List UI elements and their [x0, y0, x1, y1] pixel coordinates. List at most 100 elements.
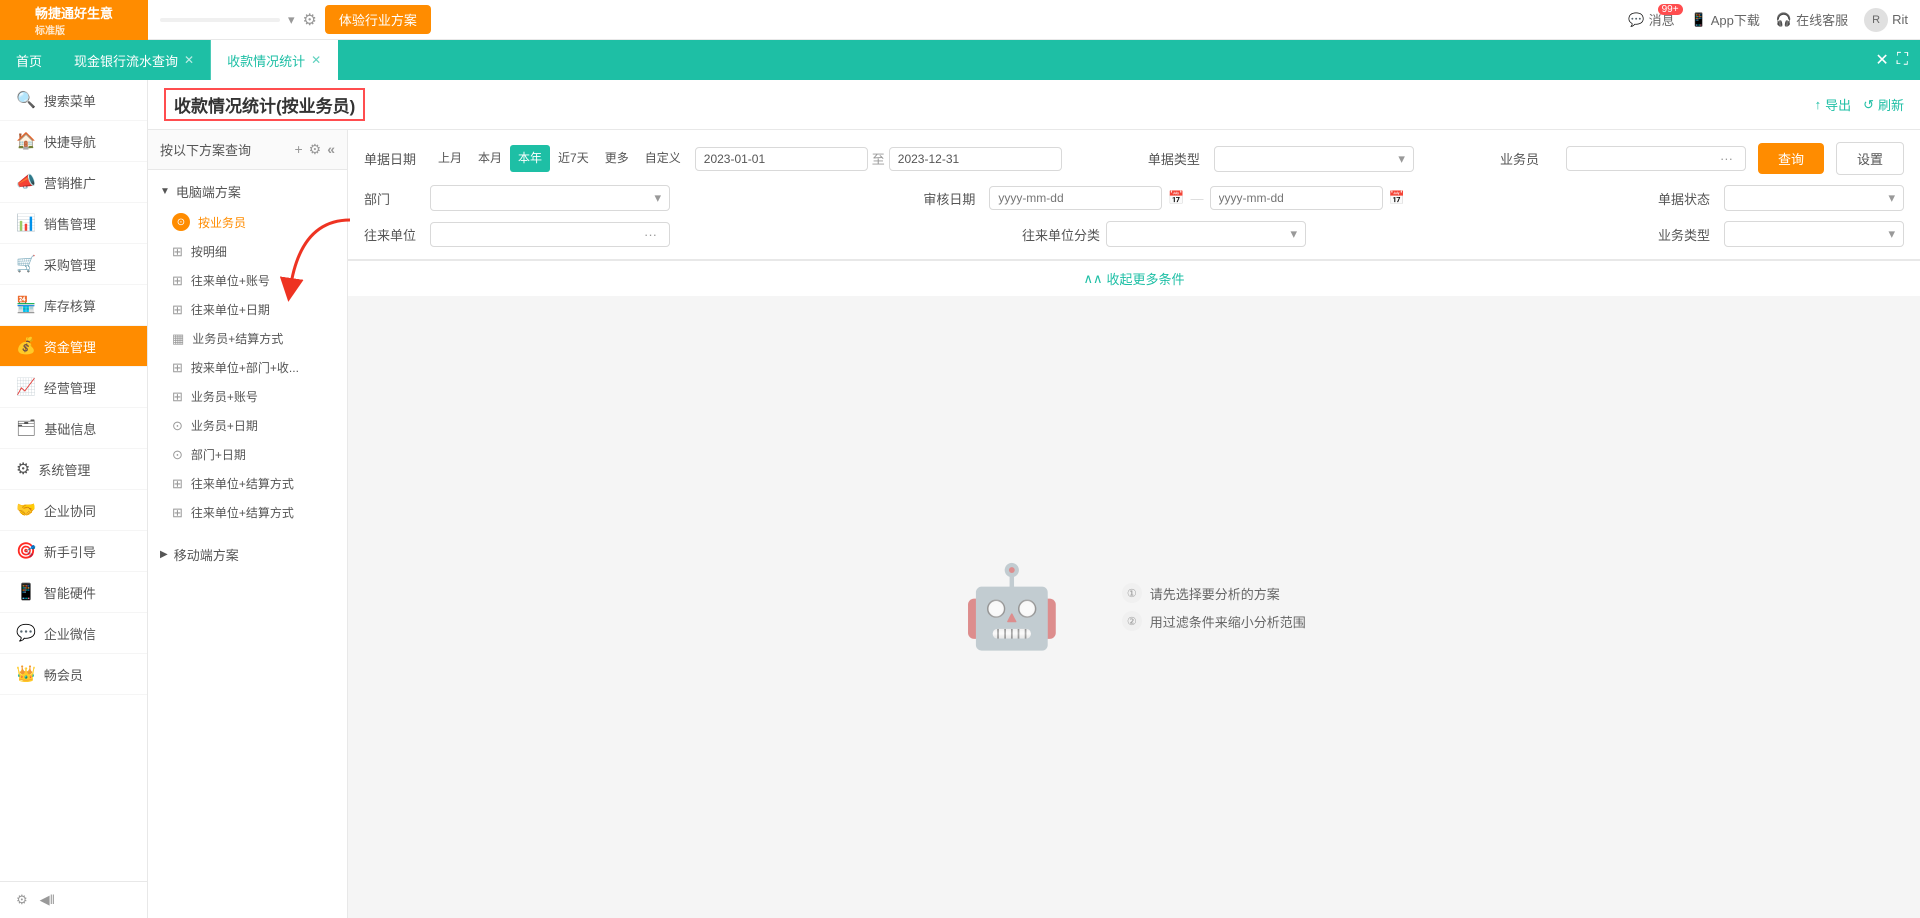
- scheme-collapse-icon[interactable]: «: [327, 141, 335, 158]
- settings-button[interactable]: 设置: [1836, 142, 1904, 175]
- export-button[interactable]: ↑ 导出: [1815, 95, 1852, 114]
- biz-type-label: 业务类型: [1658, 225, 1718, 244]
- sidebar-item-finance[interactable]: 💰 资金管理: [0, 326, 147, 367]
- sidebar-collapse-icon[interactable]: ◀‖: [40, 892, 55, 908]
- sidebar-label-sales-mgmt: 销售管理: [44, 214, 96, 233]
- tab-expand-icon[interactable]: ⛶: [1897, 51, 1908, 69]
- collab-icon: 🤝: [16, 500, 36, 520]
- collapse-bar[interactable]: ∧∧ 收起更多条件: [348, 260, 1920, 296]
- export-icon: ↑: [1815, 97, 1822, 112]
- desktop-group-header[interactable]: ▼ 电脑端方案: [148, 176, 347, 207]
- date-range-buttons: 上月 本月 本年 近7天 更多 自定义: [430, 145, 689, 172]
- scheme-settings-icon[interactable]: ⚙: [309, 141, 322, 158]
- scheme-item-by-detail[interactable]: ⊞ 按明细: [148, 237, 347, 266]
- sidebar-item-system-mgmt[interactable]: ⚙ 系统管理: [0, 449, 147, 490]
- scheme-add-icon[interactable]: +: [294, 141, 302, 158]
- sidebar-label-purchase-mgmt: 采购管理: [44, 255, 96, 274]
- dropdown-icon[interactable]: ▾: [288, 12, 295, 28]
- scheme-item-salesman-date[interactable]: ⊙ 业务员+日期: [148, 411, 347, 440]
- review-date-dash: —: [1191, 191, 1204, 206]
- sidebar-label-enterprise-collab: 企业协同: [44, 501, 96, 520]
- tab-receipt-stat-close[interactable]: ✕: [311, 53, 321, 67]
- tab-bank-flow-close[interactable]: ✕: [184, 53, 194, 67]
- sidebar-label-search-menu: 搜索菜单: [44, 91, 96, 110]
- purchase-icon: 🛒: [16, 254, 36, 274]
- grid-icon-5: ⊞: [172, 389, 183, 405]
- scheme-item-by-partner-dept[interactable]: ⊞ 按来单位+部门+收...: [148, 353, 347, 382]
- online-service-label: 在线客服: [1796, 10, 1848, 29]
- dept-chevron: ▾: [654, 190, 661, 206]
- tab-bank-flow[interactable]: 现金银行流水查询 ✕: [58, 40, 211, 80]
- sales-icon: 📊: [16, 213, 36, 233]
- sidebar-item-inventory[interactable]: 🏪 库存核算: [0, 285, 147, 326]
- sidebar-label-vip: 畅会员: [44, 665, 83, 684]
- tab-close-all-icon[interactable]: ✕: [1875, 50, 1888, 70]
- review-date-to-input[interactable]: [1210, 186, 1383, 210]
- top-settings-icon[interactable]: ⚙: [303, 10, 317, 30]
- date-to-input[interactable]: [889, 147, 1062, 171]
- salesman-select[interactable]: ···: [1566, 146, 1746, 171]
- scheme-panel: 按以下方案查询 + ⚙ « ▼ 电脑端方案: [148, 130, 348, 918]
- review-date-from-calendar-icon[interactable]: 📅: [1168, 190, 1184, 206]
- user-info: R Rit: [1864, 8, 1908, 32]
- sidebar-item-purchase-mgmt[interactable]: 🛒 采购管理: [0, 244, 147, 285]
- scheme-item-partner-settlement1[interactable]: ⊞ 往来单位+结算方式: [148, 469, 347, 498]
- tab-home[interactable]: 首页: [0, 40, 58, 80]
- sidebar-settings-icon[interactable]: ⚙: [16, 892, 28, 908]
- date-btn-7days[interactable]: 近7天: [550, 145, 597, 172]
- sidebar-item-enterprise-collab[interactable]: 🤝 企业协同: [0, 490, 147, 531]
- tab-receipt-stat[interactable]: 收款情况统计 ✕: [211, 40, 338, 80]
- date-btn-last-month[interactable]: 上月: [430, 145, 470, 172]
- query-button[interactable]: 查询: [1758, 143, 1824, 174]
- date-btn-more[interactable]: 更多: [597, 145, 637, 172]
- trial-button[interactable]: 体验行业方案: [325, 5, 431, 34]
- scheme-item-partner-settlement2-label: 往来单位+结算方式: [191, 504, 294, 521]
- sidebar-item-enterprise-wechat[interactable]: 💬 企业微信: [0, 613, 147, 654]
- system-icon: ⚙: [16, 459, 30, 479]
- date-label: 单据日期: [364, 149, 424, 168]
- grid-icon-7: ⊞: [172, 505, 183, 521]
- scheme-item-dept-date[interactable]: ⊙ 部门+日期: [148, 440, 347, 469]
- sidebar-item-quick-nav[interactable]: 🏠 快捷导航: [0, 121, 147, 162]
- scheme-item-partner-settlement2[interactable]: ⊞ 往来单位+结算方式: [148, 498, 347, 527]
- sidebar-item-sales-mgmt[interactable]: 📊 销售管理: [0, 203, 147, 244]
- scheme-item-salesman-settlement[interactable]: ▦ 业务员+结算方式: [148, 324, 347, 353]
- partner-select[interactable]: ···: [430, 222, 670, 247]
- partner-category-select[interactable]: ▾: [1106, 221, 1306, 247]
- sidebar: 🔍 搜索菜单 🏠 快捷导航 📣 营销推广 📊 销售管理 🛒 采购管理 🏪 库存核…: [0, 80, 148, 918]
- scheme-item-salesman-account[interactable]: ⊞ 业务员+账号: [148, 382, 347, 411]
- online-service-btn[interactable]: 🎧 在线客服: [1776, 10, 1848, 29]
- sidebar-item-smart-hw[interactable]: 📱 智能硬件: [0, 572, 147, 613]
- scheme-item-partner-account[interactable]: ⊞ 往来单位+账号: [148, 266, 347, 295]
- sidebar-item-operations[interactable]: 📈 经营管理: [0, 367, 147, 408]
- mobile-group-header[interactable]: ▶ 移动端方案: [148, 539, 347, 570]
- refresh-button[interactable]: ↺ 刷新: [1863, 95, 1904, 114]
- review-date-from-input[interactable]: [989, 186, 1162, 210]
- sidebar-item-marketing[interactable]: 📣 营销推广: [0, 162, 147, 203]
- sidebar-item-basic-info[interactable]: 🗂 基础信息: [0, 408, 147, 449]
- date-from-input[interactable]: [695, 147, 868, 171]
- date-btn-this-month[interactable]: 本月: [470, 145, 510, 172]
- salesman-more-icon[interactable]: ···: [1720, 151, 1733, 166]
- scheme-item-salesman-settlement-label: 业务员+结算方式: [192, 330, 283, 347]
- biz-type-select[interactable]: ▾: [1724, 221, 1904, 247]
- scheme-item-partner-date[interactable]: ⊞ 往来单位+日期: [148, 295, 347, 324]
- scheme-item-by-salesman-label: 按业务员: [198, 214, 246, 231]
- home-icon: 🏠: [16, 131, 36, 151]
- scheme-item-by-salesman[interactable]: ⊙ 按业务员: [148, 207, 347, 237]
- date-btn-custom[interactable]: 自定义: [637, 145, 689, 172]
- doc-type-select[interactable]: ▾: [1214, 146, 1414, 172]
- partner-more-icon[interactable]: ···: [644, 227, 657, 242]
- sidebar-item-search-menu[interactable]: 🔍 搜索菜单: [0, 80, 147, 121]
- sidebar-item-vip[interactable]: 👑 畅会员: [0, 654, 147, 695]
- review-date-to-calendar-icon[interactable]: 📅: [1389, 190, 1405, 206]
- dept-select[interactable]: ▾: [430, 185, 670, 211]
- empty-tips: ① 请先选择要分析的方案 ② 用过滤条件来缩小分析范围: [1122, 583, 1306, 631]
- app-download-btn[interactable]: 📱 App下载: [1691, 10, 1760, 29]
- sidebar-label-basic-info: 基础信息: [44, 419, 96, 438]
- sidebar-item-new-guide[interactable]: 🎯 新手引导: [0, 531, 147, 572]
- messages-button[interactable]: 💬 消息 99+: [1628, 10, 1674, 29]
- date-btn-this-year[interactable]: 本年: [510, 145, 550, 172]
- mobile-group-label: 移动端方案: [174, 545, 239, 564]
- doc-status-select[interactable]: ▾: [1724, 185, 1904, 211]
